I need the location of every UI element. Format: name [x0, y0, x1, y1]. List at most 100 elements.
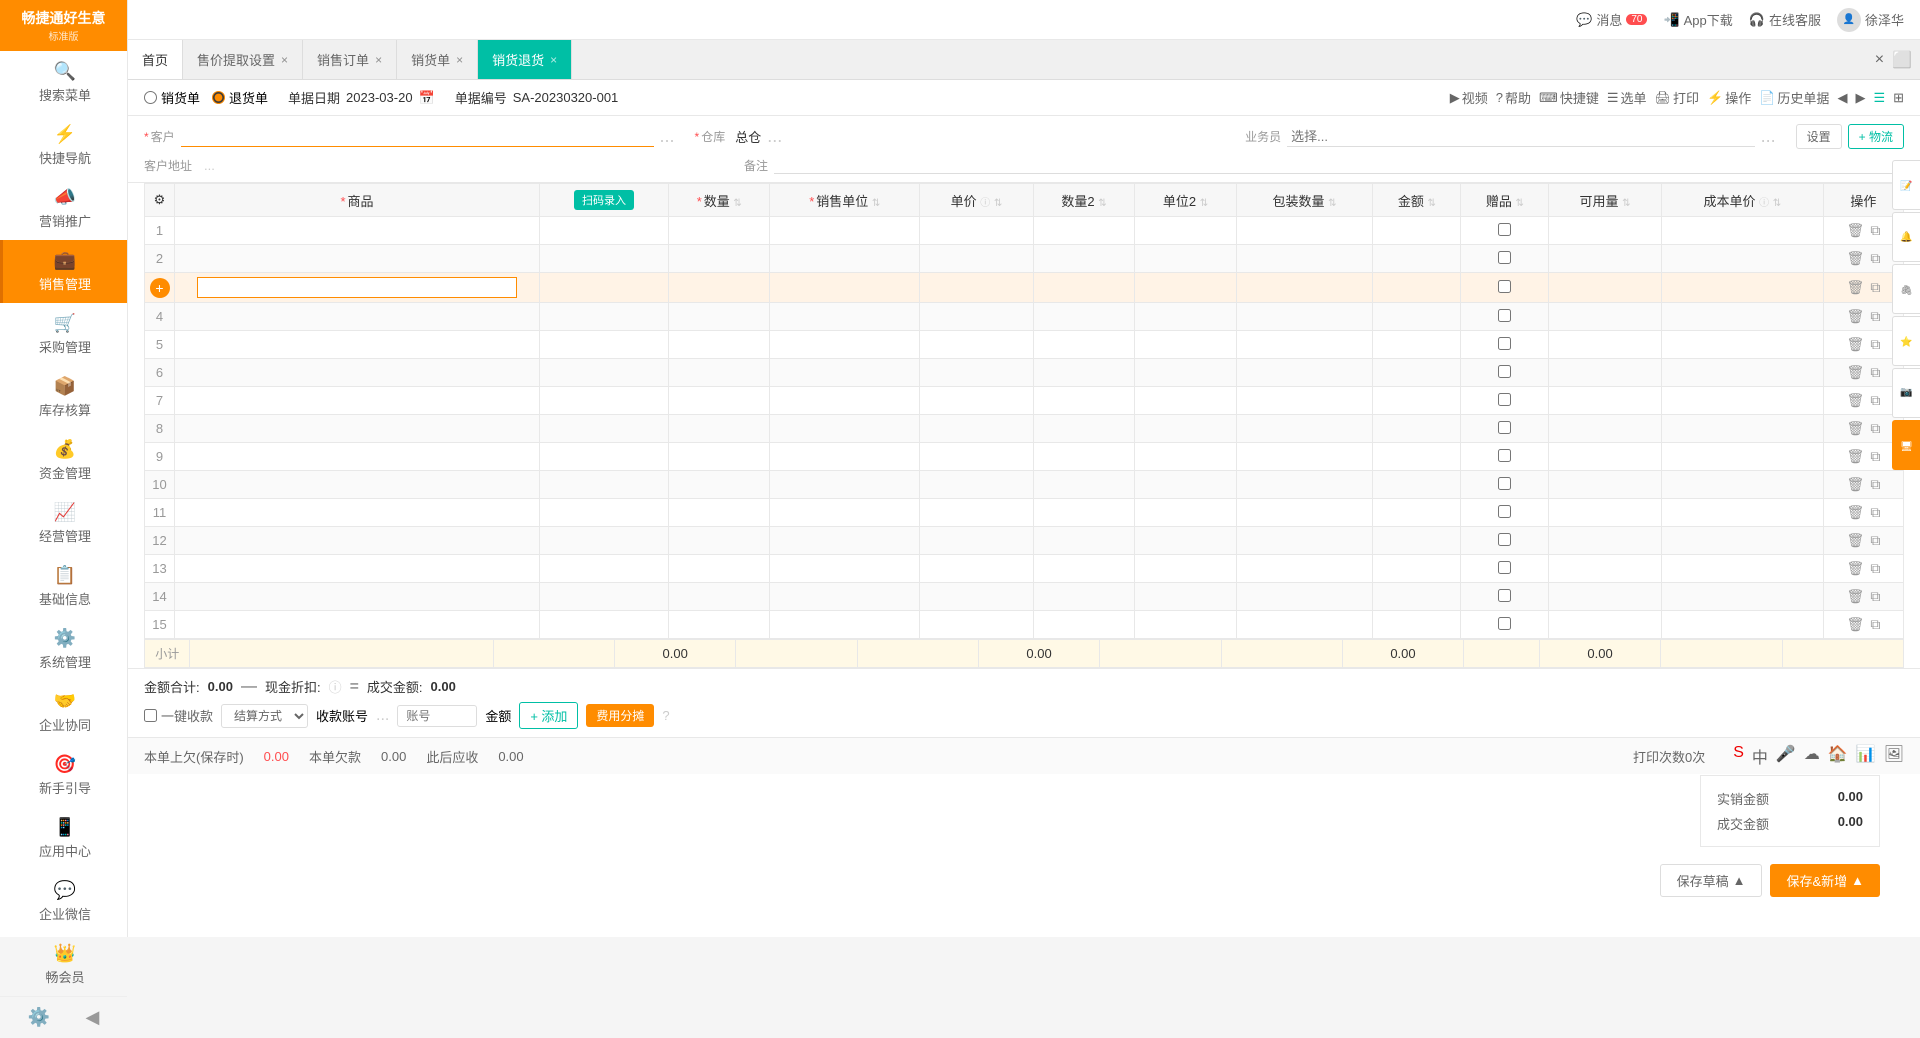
account-number-input[interactable]: [397, 705, 477, 727]
qty-cell-6[interactable]: [669, 359, 770, 387]
sidebar-item-app[interactable]: 📱 应用中心: [0, 807, 127, 870]
amount-cell-1[interactable]: [1373, 217, 1461, 245]
sidebar-item-basic[interactable]: 📋 基础信息: [0, 555, 127, 618]
gift-cell-1[interactable]: [1461, 217, 1549, 245]
right-btn-4[interactable]: ⭐: [1892, 316, 1920, 366]
available-sort-icon[interactable]: ⇅: [1622, 198, 1630, 209]
copy-row-btn-8[interactable]: ⧉: [1870, 420, 1880, 437]
qty2-cell-12[interactable]: [1033, 527, 1135, 555]
cost-price-cell-1[interactable]: [1661, 217, 1823, 245]
amount-cell-15[interactable]: [1373, 611, 1461, 639]
cost-price-cell-2[interactable]: [1661, 245, 1823, 273]
sidebar-item-wechat[interactable]: 💬 企业微信: [0, 870, 127, 933]
qty-cell-14[interactable]: [669, 583, 770, 611]
pkg-qty-cell-12[interactable]: [1236, 527, 1373, 555]
unit2-cell-6[interactable]: [1135, 359, 1237, 387]
unit2-cell-10[interactable]: [1135, 471, 1237, 499]
unit-price-cell-14[interactable]: [920, 583, 1034, 611]
right-btn-5[interactable]: 📷: [1892, 368, 1920, 418]
qty2-cell-3[interactable]: [1033, 273, 1135, 303]
unit2-cell-13[interactable]: [1135, 555, 1237, 583]
split-help-icon[interactable]: ?: [662, 708, 669, 723]
select-btn[interactable]: ☰ 选单: [1607, 88, 1647, 107]
sidebar-item-operation[interactable]: 📈 经营管理: [0, 492, 127, 555]
tab-sale-delivery-close[interactable]: ×: [456, 53, 463, 67]
col-settings-header[interactable]: ⚙: [145, 184, 175, 217]
qty2-cell-8[interactable]: [1033, 415, 1135, 443]
right-btn-3[interactable]: 🖇: [1892, 264, 1920, 314]
copy-row-btn-15[interactable]: ⧉: [1870, 616, 1880, 633]
amount-sort-icon[interactable]: ⇅: [1427, 198, 1435, 209]
delete-row-btn-8[interactable]: 🗑: [1847, 420, 1865, 437]
delete-row-btn-13[interactable]: 🗑: [1847, 560, 1865, 577]
tab-sale-price-close[interactable]: ×: [281, 53, 288, 67]
add-row-btn-3[interactable]: +: [150, 278, 170, 298]
sidebar-item-marketing[interactable]: 📣 营销推广: [0, 177, 127, 240]
sidebar-item-finance[interactable]: 💰 资金管理: [0, 429, 127, 492]
copy-row-btn-9[interactable]: ⧉: [1870, 448, 1880, 465]
delete-row-btn-2[interactable]: 🗑: [1847, 250, 1865, 267]
gift-checkbox-7[interactable]: [1498, 393, 1511, 406]
print-btn[interactable]: 🖨 打印: [1655, 88, 1700, 107]
unit-price-cell-5[interactable]: [920, 331, 1034, 359]
product-cell-13[interactable]: [175, 555, 540, 583]
unit-price-cell-1[interactable]: [920, 217, 1034, 245]
cost-price-cell-13[interactable]: [1661, 555, 1823, 583]
right-btn-1[interactable]: 📝: [1892, 160, 1920, 210]
qty-cell-10[interactable]: [669, 471, 770, 499]
product-input-3[interactable]: [197, 277, 517, 298]
qty-cell-1[interactable]: [669, 217, 770, 245]
right-btn-active[interactable]: 🖥: [1892, 420, 1920, 470]
copy-row-btn-13[interactable]: ⧉: [1870, 560, 1880, 577]
available-cell-11[interactable]: [1549, 499, 1661, 527]
gift-cell-12[interactable]: [1461, 527, 1549, 555]
delete-row-btn-14[interactable]: 🗑: [1847, 588, 1865, 605]
gift-cell-6[interactable]: [1461, 359, 1549, 387]
product-cell-14[interactable]: [175, 583, 540, 611]
product-cell-4[interactable]: [175, 303, 540, 331]
product-cell-7[interactable]: [175, 387, 540, 415]
gift-cell-13[interactable]: [1461, 555, 1549, 583]
copy-row-btn-4[interactable]: ⧉: [1870, 308, 1880, 325]
unit-price-cell-15[interactable]: [920, 611, 1034, 639]
gift-checkbox-8[interactable]: [1498, 421, 1511, 434]
pkg-qty-cell-4[interactable]: [1236, 303, 1373, 331]
pkg-sort-icon[interactable]: ⇅: [1328, 198, 1336, 209]
product-cell-3[interactable]: [175, 273, 540, 303]
home-status-icon[interactable]: 🏠: [1828, 744, 1848, 768]
amount-cell-7[interactable]: [1373, 387, 1461, 415]
gift-checkbox-11[interactable]: [1498, 505, 1511, 518]
unit-price-sort-icon[interactable]: ⇅: [994, 198, 1002, 209]
pkg-qty-cell-13[interactable]: [1236, 555, 1373, 583]
unit2-cell-5[interactable]: [1135, 331, 1237, 359]
gift-checkbox-13[interactable]: [1498, 561, 1511, 574]
amount-cell-14[interactable]: [1373, 583, 1461, 611]
delete-row-btn-3[interactable]: 🗑: [1847, 279, 1865, 296]
cost-sort-icon[interactable]: ⇅: [1773, 198, 1781, 209]
settings-bottom-icon[interactable]: ⚙️: [28, 1007, 50, 1028]
collapse-icon[interactable]: ◀: [85, 1007, 99, 1028]
gift-cell-10[interactable]: [1461, 471, 1549, 499]
qty2-sort-icon[interactable]: ⇅: [1098, 198, 1106, 209]
unit2-cell-1[interactable]: [1135, 217, 1237, 245]
gift-cell-4[interactable]: [1461, 303, 1549, 331]
product-cell-15[interactable]: [175, 611, 540, 639]
product-cell-10[interactable]: [175, 471, 540, 499]
unit-price-info-icon[interactable]: ⓘ: [980, 198, 990, 209]
sidebar-item-purchase[interactable]: 🛒 采购管理: [0, 303, 127, 366]
qty-cell-9[interactable]: [669, 443, 770, 471]
pkg-qty-cell-6[interactable]: [1236, 359, 1373, 387]
pkg-qty-cell-14[interactable]: [1236, 583, 1373, 611]
gift-cell-2[interactable]: [1461, 245, 1549, 273]
unit-price-cell-8[interactable]: [920, 415, 1034, 443]
qty2-cell-13[interactable]: [1033, 555, 1135, 583]
view-grid-btn[interactable]: ⊞: [1893, 90, 1904, 106]
save-draft-button[interactable]: 保存草稿 ▲: [1660, 864, 1763, 897]
mic-icon[interactable]: 🎤: [1776, 744, 1796, 768]
copy-row-btn-2[interactable]: ⧉: [1870, 250, 1880, 267]
amount-cell-4[interactable]: [1373, 303, 1461, 331]
sale-unit-cell-4[interactable]: [770, 303, 920, 331]
pkg-qty-cell-10[interactable]: [1236, 471, 1373, 499]
col-scan-header[interactable]: 扫码录入: [539, 184, 668, 217]
available-cell-5[interactable]: [1549, 331, 1661, 359]
